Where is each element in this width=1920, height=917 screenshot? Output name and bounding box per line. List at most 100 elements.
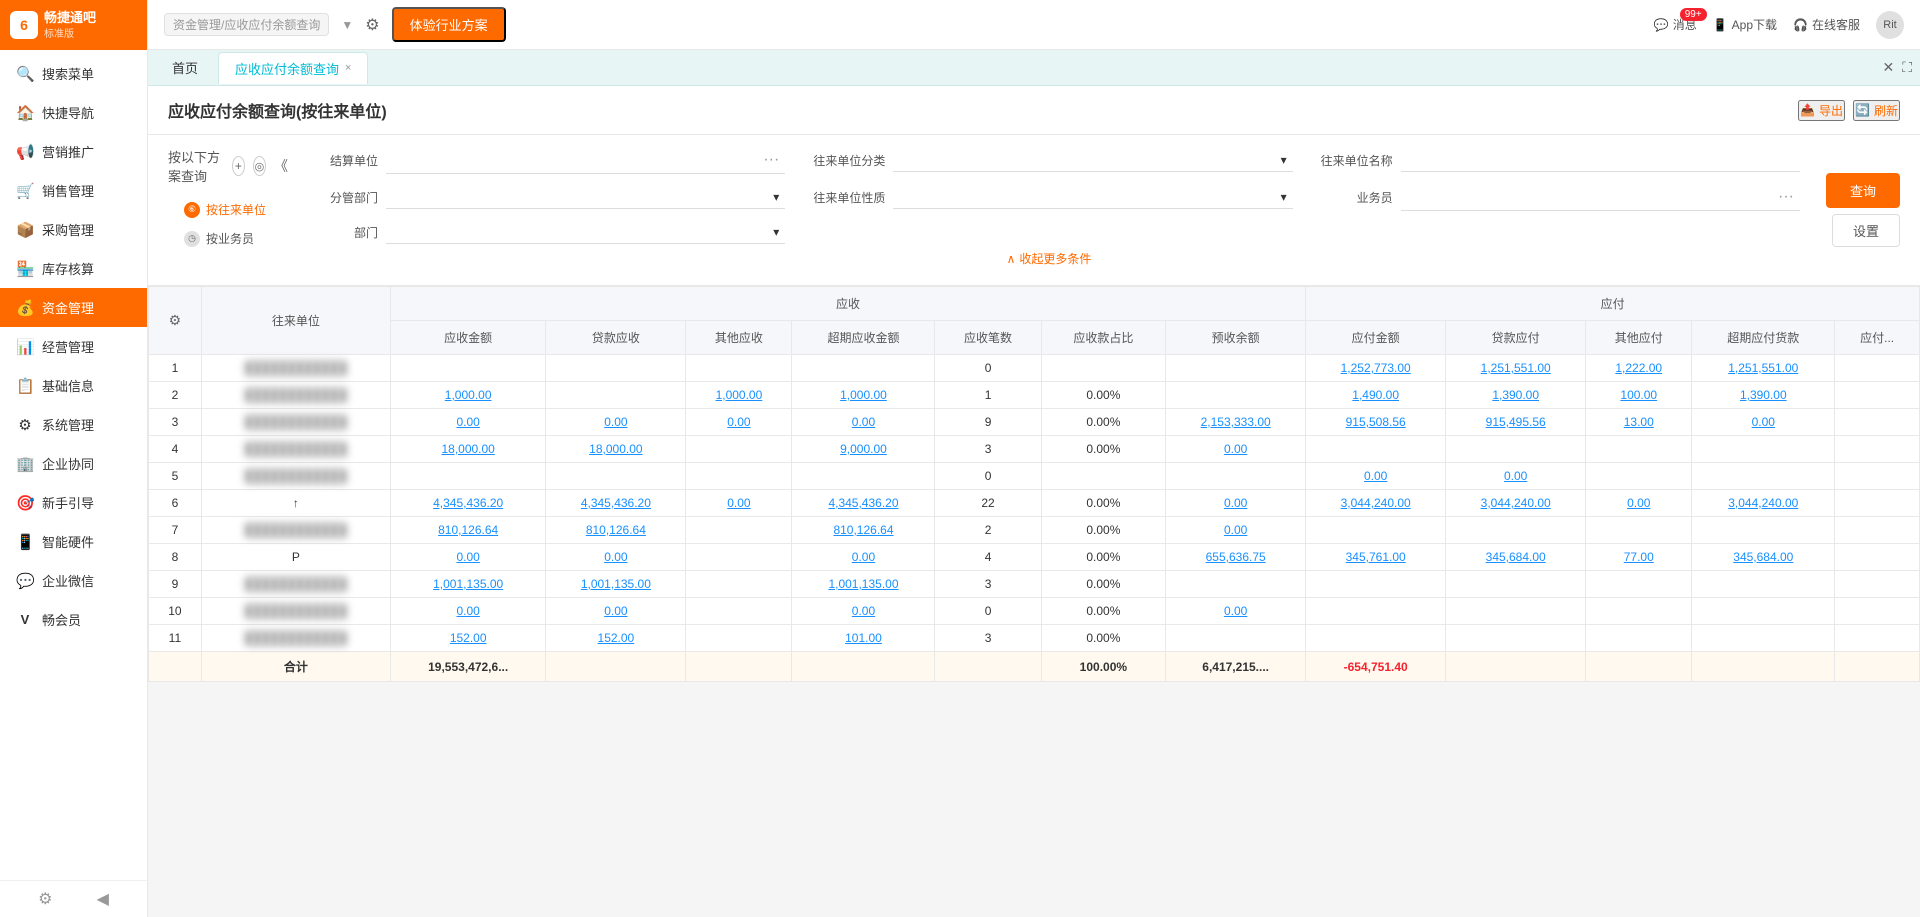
query-button[interactable]: 查询 [1826, 173, 1900, 208]
row-payable-amount[interactable] [1306, 517, 1446, 544]
row-overdue-receivable[interactable]: 4,345,436.20 [792, 490, 935, 517]
row-loan-receivable[interactable]: 1,001,135.00 [546, 571, 686, 598]
row-other-receivable[interactable] [686, 598, 792, 625]
row-loan-receivable[interactable] [546, 463, 686, 490]
row-overdue-payable[interactable] [1692, 571, 1835, 598]
row-other-receivable[interactable] [686, 544, 792, 571]
messages-button[interactable]: 💬 消息 99+ [1654, 16, 1697, 33]
tab-expand-icon[interactable]: ⛶ [1902, 59, 1912, 76]
scheme-partner[interactable]: ⑥ 按往来单位 [176, 197, 288, 222]
department-select[interactable]: ▾ [386, 186, 785, 209]
row-loan-payable[interactable]: 1,251,551.00 [1446, 355, 1586, 382]
row-other-payable[interactable]: 0.00 [1586, 490, 1692, 517]
row-overdue-receivable[interactable] [792, 463, 935, 490]
row-prepaid-balance[interactable]: 0.00 [1166, 517, 1306, 544]
row-overdue-payable[interactable]: 0.00 [1692, 409, 1835, 436]
topbar-settings-icon[interactable]: ⚙ [365, 15, 379, 35]
row-loan-payable[interactable]: 345,684.00 [1446, 544, 1586, 571]
row-payable-amount[interactable] [1306, 571, 1446, 598]
dept-select[interactable]: ▾ [386, 221, 785, 244]
app-download-button[interactable]: 📱 App下载 [1713, 16, 1777, 33]
row-other-payable[interactable]: 77.00 [1586, 544, 1692, 571]
breadcrumb-dropdown[interactable]: ▼ [341, 18, 353, 32]
sidebar-item-cooperation[interactable]: 🏢 企业协同 [0, 444, 147, 483]
row-other-receivable[interactable] [686, 355, 792, 382]
sidebar-item-purchase[interactable]: 📦 采购管理 [0, 210, 147, 249]
tab-close-icon[interactable]: × [345, 62, 351, 74]
row-payable-amount[interactable]: 345,761.00 [1306, 544, 1446, 571]
sidebar-item-operation[interactable]: 📊 经营管理 [0, 327, 147, 366]
row-prepaid-balance[interactable]: 2,153,333.00 [1166, 409, 1306, 436]
settlement-dots[interactable]: ··· [763, 151, 779, 169]
salesman-dots[interactable]: ··· [1778, 188, 1794, 206]
online-service-button[interactable]: 🎧 在线客服 [1793, 16, 1860, 33]
table-settings-icon[interactable]: ⚙ [169, 312, 182, 328]
sidebar-item-finance[interactable]: 💰 资金管理 [0, 288, 147, 327]
filter-add-button[interactable]: + [232, 156, 245, 176]
row-receivable-amount[interactable]: 1,001,135.00 [390, 571, 545, 598]
sidebar-item-guide[interactable]: 🎯 新手引导 [0, 483, 147, 522]
row-prepaid-balance[interactable]: 0.00 [1166, 598, 1306, 625]
row-payable-amount[interactable]: 915,508.56 [1306, 409, 1446, 436]
row-payable-amount[interactable]: 0.00 [1306, 463, 1446, 490]
sidebar-item-inventory[interactable]: 🏪 库存核算 [0, 249, 147, 288]
row-other-payable[interactable] [1586, 625, 1692, 652]
row-payable-amount[interactable]: 3,044,240.00 [1306, 490, 1446, 517]
row-overdue-receivable[interactable]: 1,001,135.00 [792, 571, 935, 598]
row-loan-receivable[interactable] [546, 382, 686, 409]
sidebar-item-basic[interactable]: 📋 基础信息 [0, 366, 147, 405]
row-loan-payable[interactable]: 1,390.00 [1446, 382, 1586, 409]
row-loan-receivable[interactable]: 4,345,436.20 [546, 490, 686, 517]
row-loan-receivable[interactable] [546, 355, 686, 382]
row-overdue-receivable[interactable]: 0.00 [792, 598, 935, 625]
tab-close-window-icon[interactable]: ✕ [1882, 59, 1894, 76]
table-settings-header[interactable]: ⚙ [149, 287, 202, 355]
sidebar-settings-icon[interactable]: ⚙ [38, 889, 52, 909]
row-prepaid-balance[interactable]: 0.00 [1166, 490, 1306, 517]
row-loan-payable[interactable] [1446, 436, 1586, 463]
row-receivable-amount[interactable]: 1,000.00 [390, 382, 545, 409]
row-other-receivable[interactable]: 1,000.00 [686, 382, 792, 409]
row-receivable-amount[interactable]: 810,126.64 [390, 517, 545, 544]
row-overdue-payable[interactable] [1692, 625, 1835, 652]
row-other-payable[interactable]: 100.00 [1586, 382, 1692, 409]
row-loan-payable[interactable] [1446, 598, 1586, 625]
row-other-receivable[interactable]: 0.00 [686, 409, 792, 436]
sidebar-collapse-icon[interactable]: ◀ [97, 889, 109, 909]
row-loan-receivable[interactable]: 0.00 [546, 409, 686, 436]
partner-nature-select[interactable]: ▾ [893, 186, 1292, 209]
row-loan-payable[interactable] [1446, 625, 1586, 652]
filter-settings-button[interactable]: 设置 [1832, 214, 1900, 247]
row-other-payable[interactable]: 1,222.00 [1586, 355, 1692, 382]
partner-category-select[interactable]: ▾ [893, 149, 1292, 172]
sidebar-item-sales[interactable]: 🛒 销售管理 [0, 171, 147, 210]
row-overdue-receivable[interactable]: 810,126.64 [792, 517, 935, 544]
row-other-receivable[interactable] [686, 625, 792, 652]
row-receivable-amount[interactable]: 0.00 [390, 409, 545, 436]
row-receivable-amount[interactable] [390, 355, 545, 382]
row-loan-payable[interactable]: 0.00 [1446, 463, 1586, 490]
row-other-payable[interactable] [1586, 517, 1692, 544]
row-other-receivable[interactable] [686, 517, 792, 544]
promo-button[interactable]: 体验行业方案 [392, 7, 506, 42]
tab-query[interactable]: 应收应付余额查询 × [218, 52, 368, 84]
user-avatar[interactable]: Rit [1876, 11, 1904, 39]
row-other-payable[interactable]: 13.00 [1586, 409, 1692, 436]
salesman-input[interactable]: ··· [1401, 184, 1800, 211]
row-loan-receivable[interactable]: 0.00 [546, 544, 686, 571]
row-receivable-amount[interactable]: 0.00 [390, 598, 545, 625]
row-payable-amount[interactable]: 1,490.00 [1306, 382, 1446, 409]
row-overdue-receivable[interactable]: 1,000.00 [792, 382, 935, 409]
row-loan-receivable[interactable]: 810,126.64 [546, 517, 686, 544]
row-prepaid-balance[interactable] [1166, 463, 1306, 490]
row-other-payable[interactable] [1586, 436, 1692, 463]
row-overdue-payable[interactable] [1692, 463, 1835, 490]
row-overdue-receivable[interactable] [792, 355, 935, 382]
row-other-payable[interactable] [1586, 571, 1692, 598]
row-overdue-receivable[interactable]: 0.00 [792, 544, 935, 571]
row-loan-payable[interactable] [1446, 571, 1586, 598]
row-loan-payable[interactable]: 3,044,240.00 [1446, 490, 1586, 517]
row-other-payable[interactable] [1586, 463, 1692, 490]
row-prepaid-balance[interactable]: 0.00 [1166, 436, 1306, 463]
row-overdue-receivable[interactable]: 101.00 [792, 625, 935, 652]
